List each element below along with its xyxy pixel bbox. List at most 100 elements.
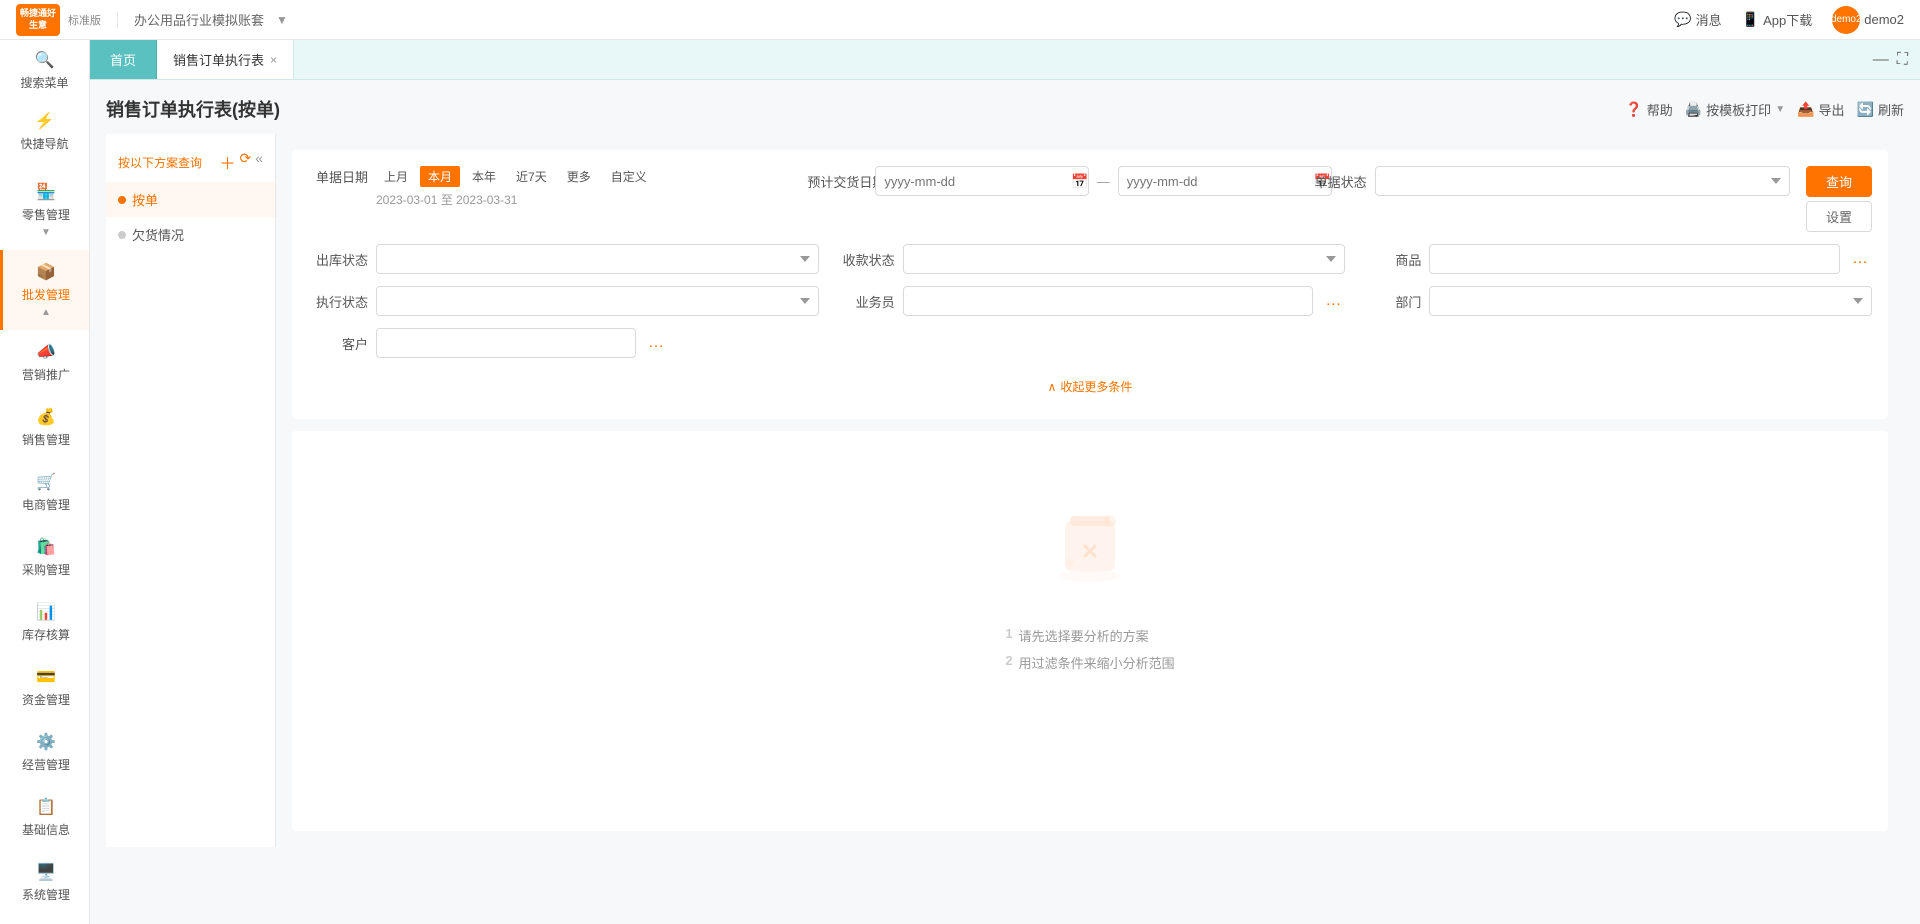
customer-ellipsis-btn[interactable]: … bbox=[644, 334, 668, 352]
expected-date-end[interactable] bbox=[1118, 166, 1332, 196]
message-icon: 💬 bbox=[1674, 11, 1691, 28]
action-buttons: 查询 设置 bbox=[1806, 166, 1872, 232]
quick-nav-btn[interactable]: ⚡ 快捷导航 bbox=[0, 101, 89, 162]
search-menu-btn[interactable]: 🔍 搜索菜单 bbox=[0, 40, 89, 101]
status-group: 单据状态 bbox=[1307, 166, 1790, 196]
date-tab-this-year[interactable]: 本年 bbox=[464, 166, 504, 187]
sidebar-item-ecommerce[interactable]: 🛒 电商管理 bbox=[0, 460, 89, 525]
marketing-icon: 📣 bbox=[36, 342, 56, 362]
date-tab-this-month[interactable]: 本月 bbox=[420, 166, 460, 187]
sidebar-item-wholesale[interactable]: 📦 批发管理 ▲ bbox=[0, 250, 89, 330]
panel-header-actions: ＋ ⟳ « bbox=[219, 150, 263, 174]
tip-num-2: 2 bbox=[1005, 653, 1012, 668]
main-content: 单据日期 上月 本月 本年 近7天 更多 自定义 bbox=[276, 134, 1904, 847]
tab-close-btn[interactable]: × bbox=[270, 53, 277, 67]
filter-row-1: 单据日期 上月 本月 本年 近7天 更多 自定义 bbox=[308, 166, 1872, 232]
payment-status-group: 收款状态 bbox=[835, 244, 1346, 274]
tab-max-icon[interactable]: ⛶ bbox=[1897, 51, 1908, 69]
print-btn[interactable]: 🖨️ 按模板打印 ▼ bbox=[1685, 100, 1785, 119]
export-btn[interactable]: 📤 导出 bbox=[1797, 100, 1844, 119]
user-menu[interactable]: demo2 demo2 bbox=[1832, 6, 1904, 34]
settings-btn[interactable]: 设置 bbox=[1806, 201, 1872, 232]
tab-min-icon[interactable]: — bbox=[1873, 51, 1889, 69]
plan-item-order[interactable]: 按单 bbox=[106, 182, 275, 217]
page-header: 销售订单执行表(按单) ❓ 帮助 🖨️ 按模板打印 ▼ 📤 导出 bbox=[106, 96, 1904, 122]
print-arrow-icon: ▼ bbox=[1775, 104, 1785, 115]
purchase-icon: 🛍️ bbox=[36, 537, 56, 557]
date-tab-7days[interactable]: 近7天 bbox=[508, 166, 555, 187]
help-icon: ❓ bbox=[1625, 101, 1642, 118]
panel-refresh-btn[interactable]: ⟳ bbox=[239, 150, 251, 174]
status-select[interactable] bbox=[1375, 166, 1790, 196]
app-download-btn[interactable]: 📱 App下载 bbox=[1742, 10, 1813, 29]
collapse-label: 收起更多条件 bbox=[1060, 378, 1132, 395]
dept-label: 部门 bbox=[1361, 292, 1421, 311]
page-content: 销售订单执行表(按单) ❓ 帮助 🖨️ 按模板打印 ▼ 📤 导出 bbox=[90, 80, 1920, 924]
goods-group: 商品 … bbox=[1361, 244, 1872, 274]
customer-label: 客户 bbox=[308, 334, 368, 353]
date-tab-more[interactable]: 更多 bbox=[559, 166, 599, 187]
plan-item-debt[interactable]: 欠货情况 bbox=[106, 217, 275, 252]
refresh-btn[interactable]: 🔄 刷新 bbox=[1857, 100, 1904, 119]
filter-panel: 单据日期 上月 本月 本年 近7天 更多 自定义 bbox=[292, 150, 1888, 419]
shipment-status-select[interactable] bbox=[376, 244, 819, 274]
search-btn[interactable]: 查询 bbox=[1806, 166, 1872, 197]
collapse-bar[interactable]: ∧ 收起更多条件 bbox=[308, 370, 1872, 403]
shipment-status-group: 出库状态 bbox=[308, 244, 819, 274]
sidebar-item-finance[interactable]: 💳 资金管理 bbox=[0, 655, 89, 720]
salesman-ellipsis-btn[interactable]: … bbox=[1321, 292, 1345, 310]
salesman-group: 业务员 … bbox=[835, 286, 1346, 316]
sidebar-item-enterprise[interactable]: 🏢 企业协同 bbox=[0, 915, 89, 924]
goods-ellipsis-btn[interactable]: … bbox=[1848, 250, 1872, 268]
chevron-down-icon: ▼ bbox=[41, 227, 51, 238]
panel-add-btn[interactable]: ＋ bbox=[219, 150, 235, 174]
salesman-label: 业务员 bbox=[835, 292, 895, 311]
finance-icon: 💳 bbox=[36, 667, 56, 687]
tip-text-1: 请先选择要分析的方案 bbox=[1019, 626, 1149, 645]
salesman-input[interactable] bbox=[903, 286, 1314, 316]
main-layout: 🔍 搜索菜单 ⚡ 快捷导航 🏪 零售管理 ▼ 📦 批发管理 ▲ 📣 营销推广 💰… bbox=[0, 40, 1920, 924]
operations-icon: ⚙️ bbox=[36, 732, 56, 752]
payment-status-select[interactable] bbox=[903, 244, 1346, 274]
filter-row-4: 客户 … bbox=[308, 328, 1872, 358]
date-tab-last-month[interactable]: 上月 bbox=[376, 166, 416, 187]
date-tab-custom[interactable]: 自定义 bbox=[603, 166, 655, 187]
exec-status-group: 执行状态 bbox=[308, 286, 819, 316]
message-btn[interactable]: 💬 消息 bbox=[1674, 10, 1721, 29]
sidebar-item-marketing[interactable]: 📣 营销推广 bbox=[0, 330, 89, 395]
customer-input[interactable] bbox=[376, 328, 636, 358]
expected-date-start[interactable] bbox=[875, 166, 1089, 196]
expected-date-label: 预计交货日期 bbox=[807, 172, 867, 191]
tab-home[interactable]: 首页 bbox=[90, 40, 157, 79]
tab-bar: 首页 销售订单执行表 × — ⛶ bbox=[90, 40, 1920, 80]
app-title: 办公用品行业模拟账套 bbox=[134, 10, 264, 29]
sidebar-item-sales[interactable]: 💰 销售管理 bbox=[0, 395, 89, 460]
goods-input[interactable] bbox=[1429, 244, 1840, 274]
logo: 畅捷通好生意 bbox=[16, 4, 60, 36]
print-icon: 🖨️ bbox=[1685, 101, 1702, 118]
panel-collapse-btn[interactable]: « bbox=[255, 150, 263, 174]
tab-active[interactable]: 销售订单执行表 × bbox=[157, 40, 294, 79]
date-separator: — bbox=[1097, 174, 1110, 189]
sidebar-item-basic[interactable]: 📋 基础信息 bbox=[0, 785, 89, 850]
empty-tip-2: 2 用过滤条件来缩小分析范围 bbox=[1005, 653, 1174, 672]
sidebar-item-retail[interactable]: 🏪 零售管理 ▼ bbox=[0, 170, 89, 250]
title-arrow-icon[interactable]: ▼ bbox=[276, 13, 288, 27]
chevron-up-icon: ▲ bbox=[41, 307, 51, 318]
dot-orange-icon bbox=[118, 196, 126, 204]
sidebar-item-inventory[interactable]: 📊 库存核算 bbox=[0, 590, 89, 655]
tip-text-2: 用过滤条件来缩小分析范围 bbox=[1019, 653, 1175, 672]
help-btn[interactable]: ❓ 帮助 bbox=[1625, 100, 1672, 119]
sidebar-item-operations[interactable]: ⚙️ 经营管理 bbox=[0, 720, 89, 785]
exec-status-select[interactable] bbox=[376, 286, 819, 316]
customer-group: 客户 … bbox=[308, 328, 668, 358]
empty-state: 1 请先选择要分析的方案 2 用过滤条件来缩小分析范围 bbox=[292, 431, 1888, 732]
filter-row-3: 执行状态 业务员 … 部门 bbox=[308, 286, 1872, 316]
exec-status-label: 执行状态 bbox=[308, 292, 368, 311]
sidebar-item-purchase[interactable]: 🛍️ 采购管理 bbox=[0, 525, 89, 590]
panel-header: 按以下方案查询 ＋ ⟳ « bbox=[106, 142, 275, 182]
top-bar-left: 畅捷通好生意 标准版 办公用品行业模拟账套 ▼ bbox=[16, 4, 288, 36]
collapse-icon: ∧ bbox=[1048, 380, 1057, 394]
sidebar-item-system[interactable]: 🖥️ 系统管理 bbox=[0, 850, 89, 915]
dept-select[interactable] bbox=[1429, 286, 1872, 316]
